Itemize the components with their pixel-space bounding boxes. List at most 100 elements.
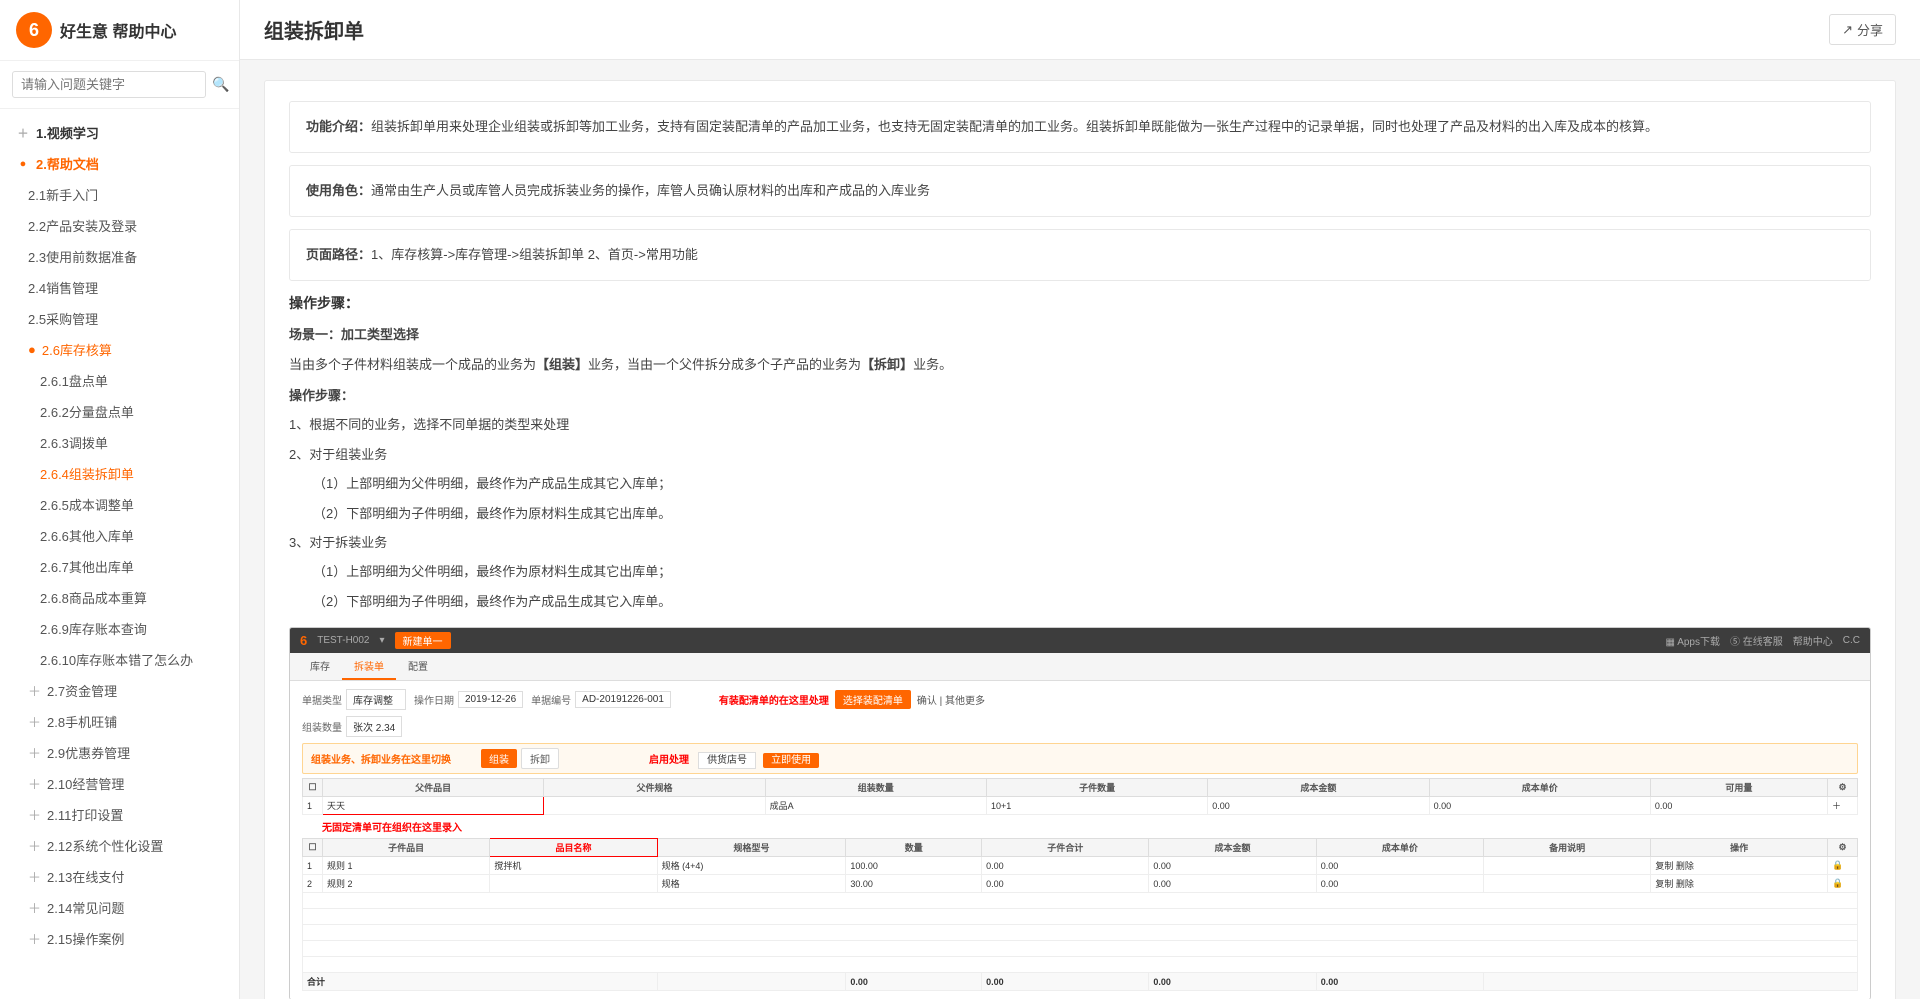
sidebar-item-other-out[interactable]: 2.6.7其他出库单: [0, 551, 239, 582]
sidebar-item-assemble[interactable]: 2.6.4组装拆卸单: [0, 458, 239, 489]
sidebar-item-sales[interactable]: 2.4销售管理: [0, 272, 239, 303]
sidebar-item-video[interactable]: ＋ 1.视频学习: [0, 117, 239, 148]
mock-qty-label: 组装数量: [302, 719, 342, 734]
mock-subnav-assemble[interactable]: 拆装单: [342, 653, 396, 680]
main-area: 组装拆卸单 ↗ 分享 功能介绍：组装拆卸单用来处理企业组装或拆卸等加工业务，支持…: [240, 0, 1920, 999]
page-title: 组装拆卸单: [264, 15, 364, 44]
sidebar-item-label: 2.6.2分量盘点单: [40, 402, 134, 421]
cell-sub-total2: 0.00: [982, 875, 1149, 893]
sidebar-item-faq[interactable]: ＋ 2.14常见问题: [0, 892, 239, 923]
cell-action2b[interactable]: 🔒: [1828, 875, 1858, 893]
mock-upper-table-section: ☐ 父件品目 父件规格 组装数量 子件数量 成本金额 成本单价 可用量 ⚙: [302, 778, 1858, 834]
sidebar-item-product-cost[interactable]: 2.6.8商品成本重算: [0, 582, 239, 613]
mock-new-btn[interactable]: 新建单一: [395, 632, 451, 649]
sidebar-item-newcomer[interactable]: 2.1新手入门: [0, 179, 239, 210]
cell-sub-spec2: 规格: [657, 875, 846, 893]
sidebar-item-install[interactable]: 2.2产品安装及登录: [0, 210, 239, 241]
cell-action1[interactable]: 复制 删除: [1651, 857, 1828, 875]
main-header: 组装拆卸单 ↗ 分享: [240, 0, 1920, 60]
cell-assemble-qty: 成品A: [765, 797, 986, 815]
sidebar-item-other-in[interactable]: 2.6.6其他入库单: [0, 520, 239, 551]
sidebar-item-cases[interactable]: ＋ 2.15操作案例: [0, 923, 239, 954]
sidebar-item-payment[interactable]: ＋ 2.13在线支付: [0, 861, 239, 892]
sidebar-item-stock-book[interactable]: 2.6.9库存账本查询: [0, 613, 239, 644]
mock-doctype-input[interactable]: 库存调整: [346, 689, 406, 710]
sidebar-item-inventory-split[interactable]: 2.6.2分量盘点单: [0, 396, 239, 427]
mock-company: TEST-H002: [317, 635, 369, 646]
nav-tree: ＋ 1.视频学习 ● 2.帮助文档 2.1新手入门 2.2产品安装及登录 2.3…: [0, 109, 239, 999]
table-row: [303, 893, 1858, 909]
col-sub-price: 成本单价: [1316, 839, 1483, 857]
mock-assemble-btn[interactable]: 组装: [481, 749, 517, 768]
cell-sub-qty: 10+1: [986, 797, 1207, 815]
sidebar-item-print[interactable]: ＋ 2.11打印设置: [0, 799, 239, 830]
mock-subnav-more[interactable]: 配置: [396, 653, 440, 680]
mock-disassemble-btn[interactable]: 拆卸: [521, 748, 559, 769]
annotation-no-bom: 无固定清单可在组织在这里录入: [322, 819, 462, 834]
cell-parent[interactable]: 天天: [323, 797, 544, 815]
sidebar-item-inventory[interactable]: ● 2.6库存核算: [0, 334, 239, 365]
mock-topbar-right: ▦ Apps下载 ⑤ 在线客服 帮助中心 C.C: [1666, 633, 1860, 648]
step2: 2、对于组装业务: [289, 443, 1871, 466]
mock-subnav-inventory[interactable]: 库存: [298, 653, 342, 680]
mock-switch-btns: 组装 拆卸: [481, 748, 559, 769]
footer-price: 0.00: [1149, 973, 1316, 991]
cell-empty3: [303, 893, 1858, 909]
col-ops2: 操作: [1651, 839, 1828, 857]
cell-action1b[interactable]: 🔒: [1828, 857, 1858, 875]
sidebar-item-label: 2.8手机旺铺: [47, 712, 117, 731]
mock-logo: 6: [300, 633, 307, 648]
sidebar-item-purchase[interactable]: 2.5采购管理: [0, 303, 239, 334]
cell-action2[interactable]: 复制 删除: [1651, 875, 1828, 893]
sidebar-item-data-prep[interactable]: 2.3使用前数据准备: [0, 241, 239, 272]
table-row: 1 规则 1 搅拌机 规格 (4+4) 100.00 0.00 0.00 0.0…: [303, 857, 1858, 875]
plus-icon: ＋: [28, 929, 41, 948]
sidebar-item-inventory-adjust[interactable]: 2.6.3调拨单: [0, 427, 239, 458]
sidebar-item-operation[interactable]: ＋ 2.10经营管理: [0, 768, 239, 799]
cell-sub-name1: 搅拌机: [490, 857, 657, 875]
table-row: [303, 957, 1858, 973]
sidebar-item-coupon[interactable]: ＋ 2.9优惠券管理: [0, 737, 239, 768]
sidebar-item-custom[interactable]: ＋ 2.12系统个性化设置: [0, 830, 239, 861]
sidebar-item-cost-adjust[interactable]: 2.6.5成本调整单: [0, 489, 239, 520]
mock-activate-input[interactable]: 供货店号: [698, 752, 756, 769]
cell-sub-qty-val2: 30.00: [846, 875, 982, 893]
sidebar-item-finance[interactable]: ＋ 2.7资金管理: [0, 675, 239, 706]
cell-sub-item2: 规则 2: [323, 875, 490, 893]
search-button[interactable]: 🔍: [212, 76, 229, 93]
sidebar-item-label: 2.帮助文档: [36, 154, 99, 173]
mock-billno-input[interactable]: AD-20191226-001: [575, 691, 671, 708]
sidebar-item-stock-error[interactable]: 2.6.10库存账本错了怎么办: [0, 644, 239, 675]
mock-date-input[interactable]: 2019-12-26: [458, 691, 523, 708]
cell-action[interactable]: ＋: [1828, 797, 1858, 815]
sidebar-item-label: 2.6.5成本调整单: [40, 495, 134, 514]
mock-bom-btn[interactable]: 选择装配清单: [835, 690, 911, 709]
col-cb2: ☐: [303, 839, 323, 857]
cell-remark1: [1484, 857, 1651, 875]
share-button[interactable]: ↗ 分享: [1829, 14, 1896, 45]
cell-remark2: [1484, 875, 1651, 893]
path-label: 页面路径：: [306, 247, 371, 262]
ops-heading: 操作步骤：: [289, 295, 359, 311]
ops-steps-label: 操作步骤：: [289, 384, 1871, 407]
mock-qty-input[interactable]: 张次 2.34: [346, 716, 402, 737]
cell-sub-price1: 0.00: [1316, 857, 1483, 875]
content-section: 功能介绍：组装拆卸单用来处理企业组装或拆卸等加工业务，支持有固定装配清单的产品加…: [264, 80, 1896, 999]
scene1-heading: 场景一：加工类型选择: [289, 323, 1871, 346]
minus-icon: ●: [28, 342, 36, 357]
sidebar-item-mobile[interactable]: ＋ 2.8手机旺铺: [0, 706, 239, 737]
plus-icon: ＋: [16, 126, 30, 140]
col-sub-qty2: 子件合计: [982, 839, 1149, 857]
mock-helpcenter: 帮助中心: [1793, 633, 1833, 648]
cell-sub-price2: 0.00: [1316, 875, 1483, 893]
col-checkbox: ☐: [303, 779, 323, 797]
search-input[interactable]: [12, 71, 206, 98]
sidebar-item-inventory-check[interactable]: 2.6.1盘点单: [0, 365, 239, 396]
sidebar-item-docs[interactable]: ● 2.帮助文档: [0, 148, 239, 179]
mock-ok-btn[interactable]: 立即使用: [763, 753, 819, 768]
col-parent-spec: 父件规格: [544, 779, 765, 797]
col-qty2: 数量: [846, 839, 982, 857]
screenshot-container: 6 TEST-H002 ▾ 新建单一 ▦ Apps下载 ⑤ 在线客服 帮助中心 …: [289, 627, 1871, 999]
mock-user: C.C: [1843, 635, 1860, 646]
mock-confirm-btn[interactable]: 确认 | 其他更多: [917, 692, 985, 707]
